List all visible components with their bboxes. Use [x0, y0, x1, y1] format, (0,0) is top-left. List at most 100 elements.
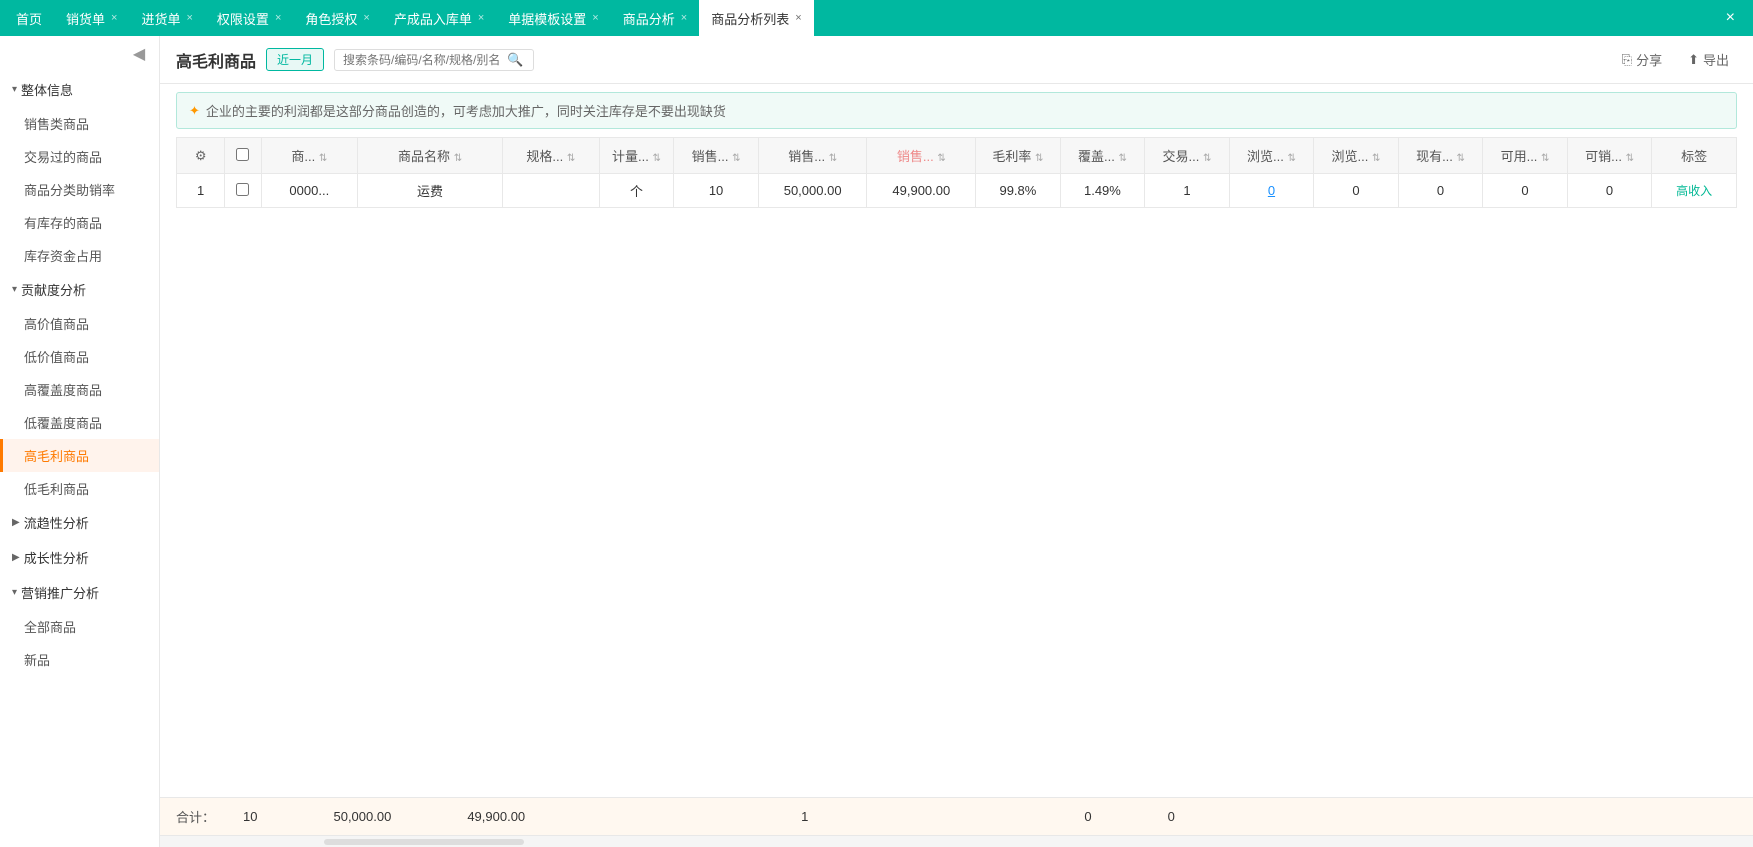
col-browse2[interactable]: 浏览... ⇅ — [1314, 138, 1399, 174]
scrollbar-thumb[interactable] — [324, 839, 524, 845]
sort-icon: ⇅ — [937, 153, 945, 164]
row-checkbox[interactable] — [236, 183, 249, 196]
cell-code: 0000... — [261, 174, 358, 208]
totals-label: 合计： — [176, 807, 215, 826]
col-sales-amt[interactable]: 销售... ⇅ — [758, 138, 867, 174]
nav-sales-order[interactable]: 销货单 × — [54, 0, 129, 36]
total-sales-amt: 50,000.00 — [325, 809, 399, 824]
nav-product-analysis[interactable]: 商品分析 × — [611, 0, 699, 36]
page-title: 高毛利商品 — [176, 48, 256, 72]
sort-icon: ⇅ — [1541, 153, 1549, 164]
arrow-icon: ▾ — [12, 84, 17, 95]
sidebar-item-sales-goods[interactable]: 销售类商品 — [0, 107, 159, 140]
col-product-name[interactable]: 商品名称 ⇅ — [358, 138, 503, 174]
col-browse1[interactable]: 浏览... ⇅ — [1229, 138, 1314, 174]
nav-product-inbound[interactable]: 产成品入库单 × — [382, 0, 496, 36]
close-icon[interactable]: × — [681, 12, 687, 24]
cell-sales-amt: 50,000.00 — [758, 174, 867, 208]
cell-check[interactable] — [225, 174, 261, 208]
sidebar-item-stock-fund[interactable]: 库存资金占用 — [0, 239, 159, 272]
close-window-button[interactable]: × — [1712, 9, 1749, 27]
col-avail[interactable]: 可用... ⇅ — [1483, 138, 1568, 174]
total-sales-profit: 49,900.00 — [459, 809, 533, 824]
select-all-checkbox[interactable] — [236, 148, 249, 161]
sidebar-item-low-value[interactable]: 低价值商品 — [0, 340, 159, 373]
info-text: 企业的主要的利润都是这部分商品创造的，可考虑加大推广，同时关注库存是不要出现缺货 — [206, 101, 726, 120]
nav-role-auth[interactable]: 角色授权 × — [293, 0, 381, 36]
close-icon[interactable]: × — [592, 12, 598, 24]
col-spec[interactable]: 规格... ⇅ — [503, 138, 600, 174]
col-coverage[interactable]: 覆盖... ⇅ — [1060, 138, 1145, 174]
total-sales-qty: 10 — [235, 809, 265, 824]
col-sellable[interactable]: 可销... ⇅ — [1567, 138, 1652, 174]
sidebar-item-low-coverage[interactable]: 低覆盖度商品 — [0, 406, 159, 439]
period-filter-button[interactable]: 近一月 — [266, 48, 324, 71]
sidebar-item-high-margin[interactable]: 高毛利商品 — [0, 439, 159, 472]
close-icon[interactable]: × — [363, 12, 369, 24]
sidebar-item-high-value[interactable]: 高价值商品 — [0, 307, 159, 340]
col-unit[interactable]: 计量... ⇅ — [599, 138, 674, 174]
nav-home[interactable]: 首页 — [4, 0, 54, 36]
sort-icon: ⇅ — [454, 153, 462, 164]
sort-icon: ⇅ — [567, 153, 575, 164]
sidebar: ◀ ▾ 整体信息 销售类商品 交易过的商品 商品分类助销率 有库存的商品 库存资… — [0, 36, 160, 847]
col-sales-profit[interactable]: 销售... ⇅ — [867, 138, 976, 174]
sidebar-item-new-goods[interactable]: 新品 — [0, 643, 159, 676]
table-container[interactable]: ⚙ 商... ⇅ 商品名称 ⇅ — [160, 137, 1753, 797]
col-product-code[interactable]: 商... ⇅ — [261, 138, 358, 174]
nav-purchase-order[interactable]: 进货单 × — [129, 0, 204, 36]
share-button[interactable]: ⎘ 分享 — [1614, 46, 1670, 73]
settings-icon[interactable]: ⚙ — [195, 148, 207, 163]
col-gross-rate[interactable]: 毛利率 ⇅ — [976, 138, 1061, 174]
sort-icon: ⇅ — [1626, 153, 1634, 164]
sidebar-group-growth[interactable]: ▶ 成长性分析 — [0, 540, 159, 575]
table-row: 1 0000... 运费 个 10 50,000.00 49,900.00 99… — [177, 174, 1737, 208]
arrow-icon: ▾ — [12, 284, 17, 295]
col-sales-qty[interactable]: 销售... ⇅ — [674, 138, 759, 174]
cell-trade: 1 — [1145, 174, 1230, 208]
col-trade[interactable]: 交易... ⇅ — [1145, 138, 1230, 174]
sidebar-item-high-coverage[interactable]: 高覆盖度商品 — [0, 373, 159, 406]
col-stock[interactable]: 现有... ⇅ — [1398, 138, 1483, 174]
nav-permission-settings[interactable]: 权限设置 × — [205, 0, 293, 36]
top-navigation: 首页 销货单 × 进货单 × 权限设置 × 角色授权 × 产成品入库单 × 单据… — [0, 0, 1753, 36]
close-icon[interactable]: × — [478, 12, 484, 24]
cell-unit: 个 — [599, 174, 674, 208]
sidebar-item-low-margin[interactable]: 低毛利商品 — [0, 472, 159, 505]
col-settings[interactable]: ⚙ — [177, 138, 225, 174]
close-icon[interactable]: × — [186, 12, 192, 24]
close-icon[interactable]: × — [795, 12, 801, 24]
share-icon: ⎘ — [1622, 52, 1632, 68]
sidebar-item-traded-goods[interactable]: 交易过的商品 — [0, 140, 159, 173]
nav-product-analysis-list[interactable]: 商品分析列表 × — [699, 0, 813, 36]
col-tag: 标签 — [1652, 138, 1737, 174]
cell-sellable: 0 — [1567, 174, 1652, 208]
sidebar-item-in-stock-goods[interactable]: 有库存的商品 — [0, 206, 159, 239]
sidebar-item-category-rate[interactable]: 商品分类助销率 — [0, 173, 159, 206]
export-icon: ⬆ — [1688, 52, 1699, 68]
export-button[interactable]: ⬆ 导出 — [1680, 46, 1737, 73]
sidebar-group-overview[interactable]: ▾ 整体信息 — [0, 72, 159, 107]
sort-icon: ⇅ — [319, 153, 327, 164]
search-icon[interactable]: 🔍 — [507, 52, 523, 68]
close-icon[interactable]: × — [275, 12, 281, 24]
search-box: 🔍 — [334, 49, 534, 71]
sort-icon: ⇅ — [1118, 153, 1126, 164]
collapse-sidebar-button[interactable]: ◀ — [127, 42, 151, 66]
totals-bar: 合计： 10 50,000.00 49,900.00 1 0 0 — [160, 797, 1753, 835]
search-input[interactable] — [343, 53, 503, 67]
sidebar-group-contribution[interactable]: ▾ 贡献度分析 — [0, 272, 159, 307]
cell-name: 运费 — [358, 174, 503, 208]
cell-browse1[interactable]: 0 — [1229, 174, 1314, 208]
cell-cover-rate: 1.49% — [1060, 174, 1145, 208]
col-checkbox[interactable] — [225, 138, 261, 174]
info-bar: ✦ 企业的主要的利润都是这部分商品创造的，可考虑加大推广，同时关注库存是不要出现… — [176, 92, 1737, 129]
sidebar-group-marketing[interactable]: ▾ 营销推广分析 — [0, 575, 159, 610]
horizontal-scrollbar[interactable] — [160, 835, 1753, 847]
sort-icon: ⇅ — [1203, 153, 1211, 164]
sidebar-item-all-goods[interactable]: 全部商品 — [0, 610, 159, 643]
close-icon[interactable]: × — [111, 12, 117, 24]
sort-icon: ⇅ — [1035, 153, 1043, 164]
sidebar-group-trend[interactable]: ▶ 流趋性分析 — [0, 505, 159, 540]
nav-template-settings[interactable]: 单据模板设置 × — [496, 0, 610, 36]
